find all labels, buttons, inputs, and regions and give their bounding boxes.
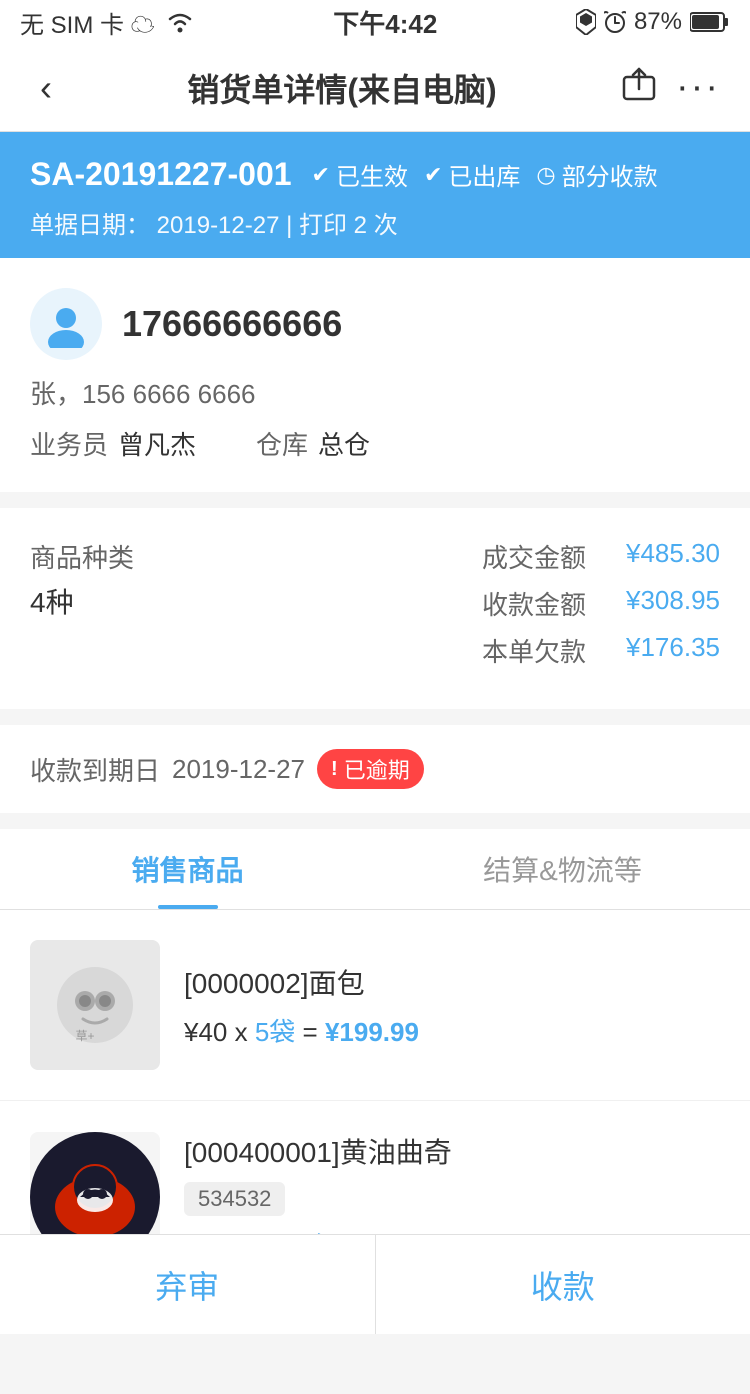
warehouse-meta: 仓库 总仓 [256, 425, 370, 462]
owed-label: 本单欠款 [482, 632, 586, 669]
product-image-1: 草+ [30, 940, 160, 1070]
page-title: 销货单详情(来自电脑) [187, 65, 496, 111]
product-image-placeholder-1: 草+ [30, 940, 160, 1070]
product-qty-1: 5袋 [255, 1017, 295, 1047]
product-types-block: 商品种类 4种 [30, 538, 134, 621]
salesperson-value: 曾凡杰 [118, 425, 196, 462]
owed-row: 本单欠款 ¥176.35 [482, 632, 720, 669]
customer-section: 17666666666 张，156 6666 6666 业务员 曾凡杰 仓库 总… [0, 258, 750, 492]
collect-payment-button[interactable]: 收款 [376, 1235, 750, 1334]
status-time: 下午4:42 [333, 4, 437, 41]
tabs: 销售商品 结算&物流等 [0, 829, 750, 909]
product-name-2: [000400001]黄油曲奇 [184, 1131, 720, 1171]
deal-amount-row: 成交金额 ¥485.30 [482, 538, 720, 575]
due-date-section: 收款到期日 2019-12-27 已逾期 [0, 725, 750, 813]
wifi-icon [165, 11, 195, 33]
salesperson-meta: 业务员 曾凡杰 [30, 425, 196, 462]
salesperson-label: 业务员 [30, 425, 108, 462]
back-button[interactable]: ‹ [30, 57, 62, 119]
summary-section: 商品种类 4种 成交金额 ¥485.30 收款金额 ¥308.95 本单欠款 ¥… [0, 508, 750, 709]
deal-amount-value: ¥485.30 [626, 538, 720, 575]
badge-partial-payment: 部分收款 [536, 157, 657, 192]
more-icon[interactable]: ··· [676, 66, 720, 109]
product-name-1: [0000002]面包 [184, 962, 720, 1002]
due-date-value: 2019-12-27 [172, 754, 305, 785]
alarm-icon [604, 9, 626, 35]
received-row: 收款金额 ¥308.95 [482, 585, 720, 622]
owed-value: ¥176.35 [626, 632, 720, 669]
status-bar: 无 SIM 卡 ☁ 下午4:42 87% [0, 0, 750, 44]
product-equals-1: = [295, 1017, 325, 1047]
overdue-badge: 已逾期 [317, 749, 424, 789]
bottom-action-bar: 弃审 收款 [0, 1234, 750, 1334]
battery-percentage: 87% [634, 8, 682, 36]
customer-phone: 17666666666 [122, 303, 342, 345]
product-unit-price-1: ¥40 x [184, 1017, 255, 1047]
location-icon [576, 9, 596, 35]
sim-status: 无 SIM 卡 ☁ [20, 5, 155, 40]
tab-settlement-label: 结算&物流等 [483, 849, 642, 889]
tab-sales-products-label: 销售商品 [131, 849, 243, 889]
tab-sales-products[interactable]: 销售商品 [0, 829, 375, 909]
received-value: ¥308.95 [626, 585, 720, 622]
customer-meta: 业务员 曾凡杰 仓库 总仓 [30, 425, 720, 462]
warehouse-label: 仓库 [256, 425, 308, 462]
order-date-value: 2019-12-27 [157, 212, 280, 239]
status-left: 无 SIM 卡 ☁ [20, 5, 195, 40]
owl-placeholder-icon: 草+ [55, 965, 135, 1045]
product-types-value: 4种 [30, 581, 134, 621]
avatar [30, 288, 102, 360]
export-icon [622, 67, 656, 101]
product-sku-2: 534532 [184, 1182, 285, 1216]
product-info-1: [0000002]面包 ¥40 x 5袋 = ¥199.99 [184, 962, 720, 1049]
product-item: 草+ [0000002]面包 ¥40 x 5袋 = ¥199.99 [0, 910, 750, 1101]
order-id: SA-20191227-001 [30, 156, 292, 193]
customer-contact: 张，156 6666 6666 [30, 374, 720, 411]
status-badges: 已生效 已出库 部分收款 [312, 157, 658, 192]
status-right: 87% [576, 8, 730, 36]
share-icon[interactable] [622, 67, 656, 109]
product-types-label: 商品种类 [30, 538, 134, 575]
warehouse-value: 总仓 [318, 425, 370, 462]
tab-settlement[interactable]: 结算&物流等 [375, 829, 750, 909]
received-label: 收款金额 [482, 585, 586, 622]
order-date-line: 单据日期： 2019-12-27 | 打印 2 次 [30, 205, 720, 240]
battery-icon [690, 11, 730, 33]
order-print-count: | 打印 2 次 [286, 212, 398, 239]
tabs-section: 销售商品 结算&物流等 [0, 829, 750, 910]
nav-actions: ··· [622, 66, 720, 109]
order-header: SA-20191227-001 已生效 已出库 部分收款 单据日期： 2019-… [0, 132, 750, 258]
badge-shipped: 已出库 [424, 157, 520, 192]
abandon-review-button[interactable]: 弃审 [0, 1235, 376, 1334]
product-price-1: ¥40 x 5袋 = ¥199.99 [184, 1012, 720, 1049]
user-avatar-icon [42, 300, 90, 348]
nav-bar: ‹ 销货单详情(来自电脑) ··· [0, 44, 750, 132]
deal-amount-label: 成交金额 [482, 538, 586, 575]
due-date-label: 收款到期日 [30, 751, 160, 788]
product-total-1: ¥199.99 [325, 1017, 419, 1047]
amounts-block: 成交金额 ¥485.30 收款金额 ¥308.95 本单欠款 ¥176.35 [482, 538, 720, 679]
badge-effective: 已生效 [312, 157, 408, 192]
order-date-label: 单据日期： [30, 212, 150, 239]
svg-text:草+: 草+ [75, 1029, 94, 1043]
